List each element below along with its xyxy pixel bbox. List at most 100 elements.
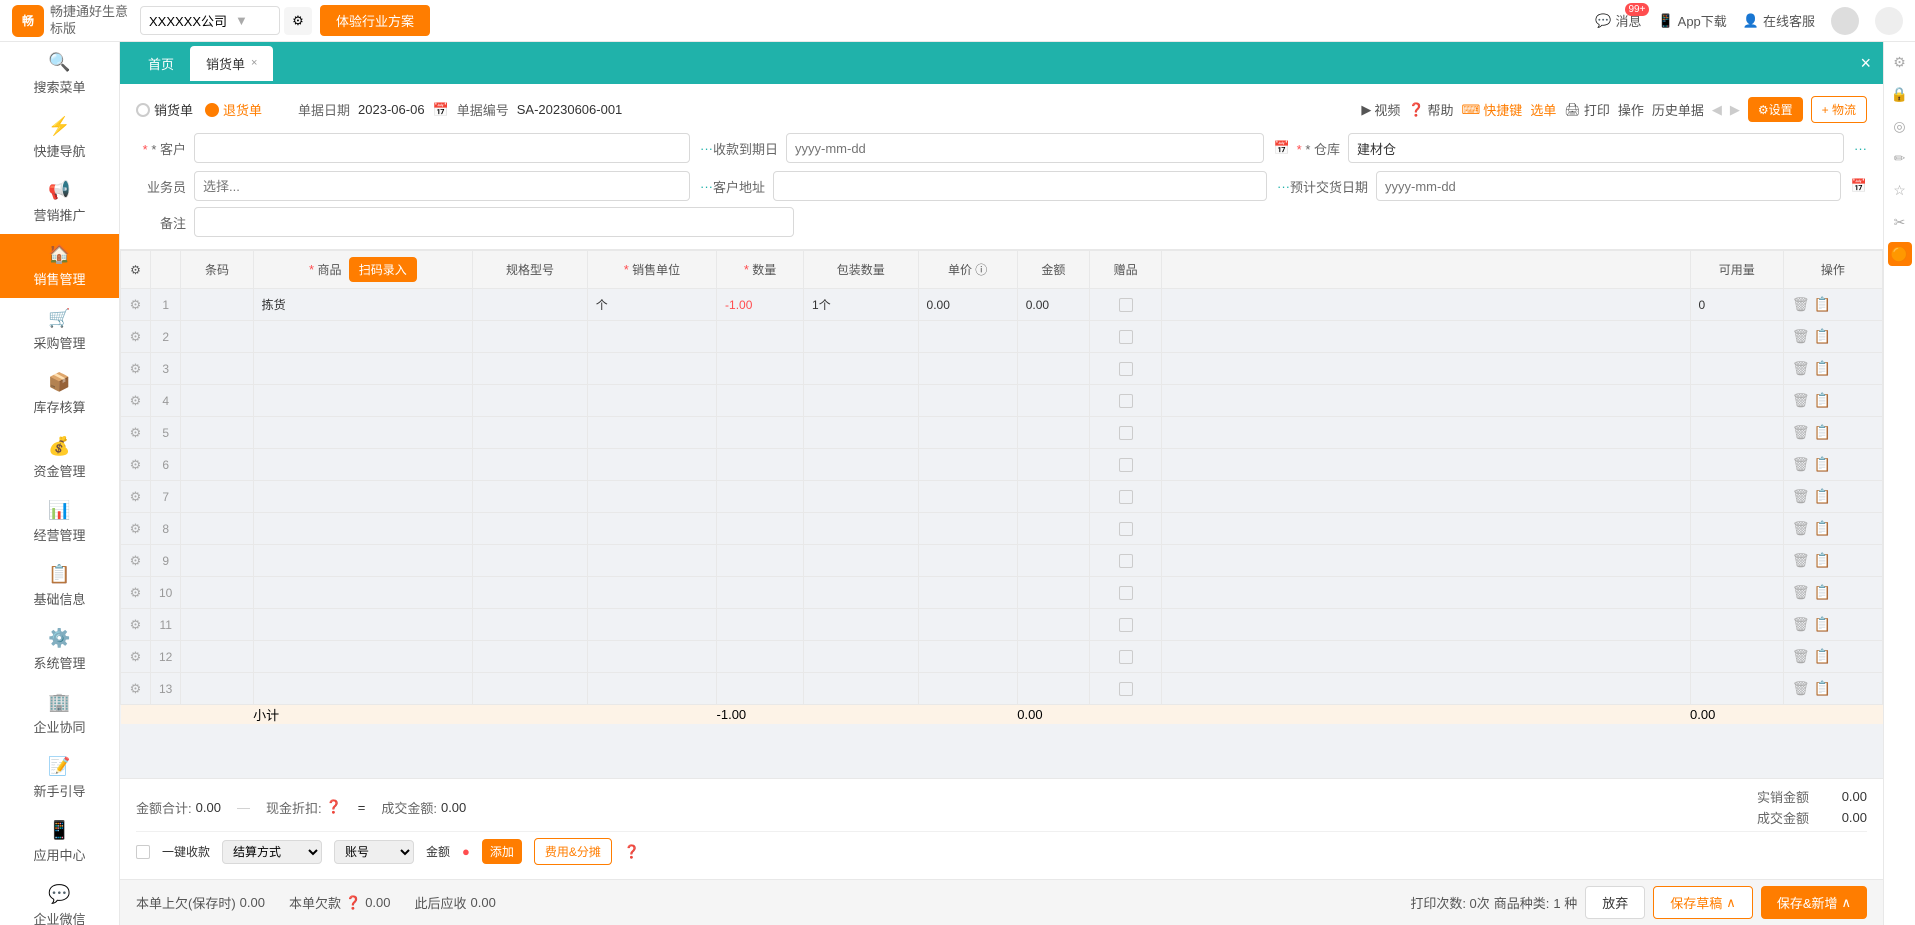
cell-qty-3[interactable] [717, 385, 804, 417]
cell-settings-6[interactable]: ⚙ [121, 481, 151, 513]
cell-goods-4[interactable] [253, 417, 473, 449]
sidebar-item-system[interactable]: ⚙️ 系统管理 [0, 618, 119, 682]
cell-qty-4[interactable] [717, 417, 804, 449]
question-icon[interactable]: ❓ [326, 799, 342, 815]
cell-action-7[interactable]: 🗑 📋 [1783, 513, 1882, 545]
cell-pkg-qty-4[interactable] [804, 417, 919, 449]
salesman-dots-btn[interactable]: ··· [700, 179, 713, 194]
account-select[interactable]: 账号 [334, 840, 414, 864]
cell-amount-2[interactable] [1017, 353, 1089, 385]
expected-date-calendar-icon[interactable]: 📅 [1851, 178, 1867, 194]
cell-barcode-3[interactable] [181, 385, 253, 417]
copy-icon-9[interactable]: 📋 [1814, 584, 1831, 601]
add-button[interactable]: 添加 [482, 839, 522, 864]
cell-amount-8[interactable] [1017, 545, 1089, 577]
cell-barcode-7[interactable] [181, 513, 253, 545]
cell-spec-4[interactable] [473, 417, 588, 449]
abandon-button[interactable]: 放弃 [1585, 886, 1645, 919]
delete-icon-9[interactable]: 🗑 [1792, 584, 1810, 601]
sidebar-item-finance[interactable]: 💰 资金管理 [0, 426, 119, 490]
copy-icon-11[interactable]: 📋 [1814, 648, 1831, 665]
radio-sales-order[interactable]: 销货单 [136, 100, 193, 119]
cell-goods-8[interactable] [253, 545, 473, 577]
fee-button[interactable]: 费用&分摊 [534, 838, 612, 865]
cell-pkg-qty-11[interactable] [804, 641, 919, 673]
cell-pkg-qty-9[interactable] [804, 577, 919, 609]
history-btn[interactable]: 历史单据 [1652, 100, 1704, 119]
cell-spec-8[interactable] [473, 545, 588, 577]
cell-pkg-qty-1[interactable] [804, 321, 919, 353]
cell-action-6[interactable]: 🗑 📋 [1783, 481, 1882, 513]
cell-barcode-5[interactable] [181, 449, 253, 481]
cell-price-10[interactable] [918, 609, 1017, 641]
copy-icon-2[interactable]: 📋 [1814, 360, 1831, 377]
cell-gift-11[interactable] [1089, 641, 1161, 673]
cell-qty-0[interactable]: -1.00 [717, 289, 804, 321]
sidebar-item-basic-info[interactable]: 📋 基础信息 [0, 554, 119, 618]
customer-dots-btn[interactable]: ··· [700, 141, 713, 156]
cell-action-11[interactable]: 🗑 📋 [1783, 641, 1882, 673]
calc-method-select[interactable]: 结算方式 [222, 840, 322, 864]
cell-goods-3[interactable] [253, 385, 473, 417]
avatar2[interactable] [1875, 7, 1903, 35]
cell-barcode-11[interactable] [181, 641, 253, 673]
cell-unit-1[interactable] [587, 321, 716, 353]
cell-goods-6[interactable] [253, 481, 473, 513]
cell-amount-1[interactable] [1017, 321, 1089, 353]
cell-gift-6[interactable] [1089, 481, 1161, 513]
cell-settings-4[interactable]: ⚙ [121, 417, 151, 449]
radio-return-order[interactable]: 退货单 [205, 100, 262, 119]
date-picker-icon[interactable]: 📅 [433, 102, 449, 118]
delete-icon-3[interactable]: 🗑 [1792, 392, 1810, 409]
copy-icon-4[interactable]: 📋 [1814, 424, 1831, 441]
cell-amount-9[interactable] [1017, 577, 1089, 609]
expected-date-input[interactable] [1376, 171, 1841, 201]
sidebar-item-enterprise[interactable]: 🏢 企业协同 [0, 682, 119, 746]
sidebar-item-purchase[interactable]: 🛒 采购管理 [0, 298, 119, 362]
cell-spec-0[interactable] [473, 289, 588, 321]
right-panel-star-btn[interactable]: ☆ [1888, 178, 1912, 202]
delete-icon-6[interactable]: 🗑 [1792, 488, 1810, 505]
cell-barcode-6[interactable] [181, 481, 253, 513]
cell-settings-10[interactable]: ⚙ [121, 609, 151, 641]
cell-spec-3[interactable] [473, 385, 588, 417]
cell-price-3[interactable] [918, 385, 1017, 417]
cell-unit-7[interactable] [587, 513, 716, 545]
settings-gear-btn[interactable]: ⚙ [284, 7, 312, 35]
cell-gift-2[interactable] [1089, 353, 1161, 385]
cell-amount-11[interactable] [1017, 641, 1089, 673]
trial-button[interactable]: 体验行业方案 [320, 5, 430, 36]
cell-barcode-9[interactable] [181, 577, 253, 609]
cell-price-0[interactable]: 0.00 [918, 289, 1017, 321]
cell-price-6[interactable] [918, 481, 1017, 513]
cell-gift-12[interactable] [1089, 673, 1161, 705]
app-download-btn[interactable]: 📱 App下载 [1657, 11, 1726, 30]
delete-icon-10[interactable]: 🗑 [1792, 616, 1810, 633]
cell-settings-0[interactable]: ⚙ [121, 289, 151, 321]
cell-settings-12[interactable]: ⚙ [121, 673, 151, 705]
right-panel-eye-btn[interactable]: ◎ [1888, 114, 1912, 138]
cell-goods-0[interactable]: 拣货 [253, 289, 473, 321]
cell-qty-12[interactable] [717, 673, 804, 705]
cell-amount-4[interactable] [1017, 417, 1089, 449]
avatar[interactable] [1831, 7, 1859, 35]
cell-action-2[interactable]: 🗑 📋 [1783, 353, 1882, 385]
help-btn[interactable]: ❓ 帮助 [1408, 100, 1453, 119]
cell-price-7[interactable] [918, 513, 1017, 545]
delete-icon-8[interactable]: 🗑 [1792, 552, 1810, 569]
sidebar-item-quick-nav[interactable]: ⚡ 快捷导航 [0, 106, 119, 170]
right-panel-cut-btn[interactable]: ✂ [1888, 210, 1912, 234]
cell-qty-7[interactable] [717, 513, 804, 545]
cell-action-5[interactable]: 🗑 📋 [1783, 449, 1882, 481]
cell-barcode-8[interactable] [181, 545, 253, 577]
delete-icon-11[interactable]: 🗑 [1792, 648, 1810, 665]
owe-question-icon[interactable]: ❓ [345, 895, 361, 911]
cell-settings-1[interactable]: ⚙ [121, 321, 151, 353]
cell-price-1[interactable] [918, 321, 1017, 353]
right-panel-settings-btn[interactable]: ⚙ [1888, 50, 1912, 74]
cell-price-8[interactable] [918, 545, 1017, 577]
cell-spec-5[interactable] [473, 449, 588, 481]
copy-icon-10[interactable]: 📋 [1814, 616, 1831, 633]
logistics-btn[interactable]: + 物流 [1811, 96, 1867, 123]
video-btn[interactable]: ▶ 视频 [1361, 100, 1400, 119]
